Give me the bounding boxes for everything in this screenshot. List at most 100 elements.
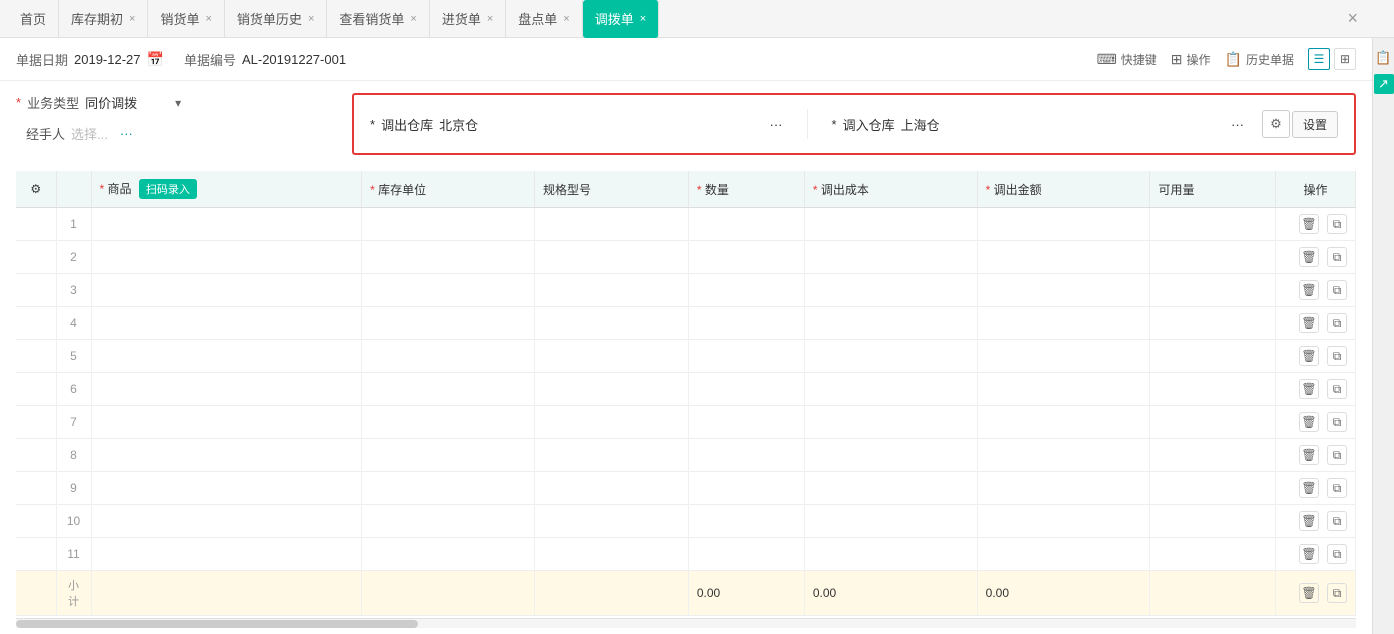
scroll-thumb[interactable]	[16, 620, 418, 628]
row-amount-cell[interactable]	[977, 406, 1150, 439]
close-purchase-order[interactable]: ×	[487, 13, 493, 25]
row-product-cell[interactable]	[91, 373, 362, 406]
delete-row-btn[interactable]: 🗑	[1299, 313, 1319, 333]
subtotal-delete-btn[interactable]: 🗑	[1299, 583, 1319, 603]
row-amount-cell[interactable]	[977, 208, 1150, 241]
copy-row-btn[interactable]: ⧉	[1327, 511, 1347, 531]
warehouse-in-dots[interactable]: ···	[1231, 117, 1244, 132]
row-available-cell[interactable]	[1150, 241, 1276, 274]
scan-button[interactable]: 扫码录入	[139, 179, 197, 199]
business-type-value[interactable]: 同价调拨	[85, 93, 165, 112]
row-cost-cell[interactable]	[804, 439, 977, 472]
row-quantity-cell[interactable]	[688, 439, 804, 472]
sidebar-export-icon[interactable]: ↗	[1374, 74, 1394, 94]
row-cost-cell[interactable]	[804, 472, 977, 505]
delete-row-btn[interactable]: 🗑	[1299, 346, 1319, 366]
history-action[interactable]: 📋 历史单据	[1225, 51, 1294, 68]
row-product-cell[interactable]	[91, 505, 362, 538]
row-amount-cell[interactable]	[977, 307, 1150, 340]
row-amount-cell[interactable]	[977, 373, 1150, 406]
delete-row-btn[interactable]: 🗑	[1299, 379, 1319, 399]
row-available-cell[interactable]	[1150, 307, 1276, 340]
row-unit-cell[interactable]	[362, 538, 535, 571]
copy-row-btn[interactable]: ⧉	[1327, 478, 1347, 498]
tab-view-sales[interactable]: 查看销货单 ×	[327, 0, 429, 38]
row-product-cell[interactable]	[91, 538, 362, 571]
row-spec-cell[interactable]	[534, 472, 688, 505]
row-available-cell[interactable]	[1150, 538, 1276, 571]
row-unit-cell[interactable]	[362, 505, 535, 538]
row-spec-cell[interactable]	[534, 274, 688, 307]
row-quantity-cell[interactable]	[688, 406, 804, 439]
row-cost-cell[interactable]	[804, 307, 977, 340]
copy-row-btn[interactable]: ⧉	[1327, 247, 1347, 267]
row-spec-cell[interactable]	[534, 340, 688, 373]
row-available-cell[interactable]	[1150, 505, 1276, 538]
delete-row-btn[interactable]: 🗑	[1299, 214, 1319, 234]
handler-dots[interactable]: ···	[120, 126, 133, 141]
warehouse-out-value[interactable]: 北京仓	[439, 115, 478, 134]
close-inventory-check[interactable]: ×	[563, 13, 569, 25]
delete-row-btn[interactable]: 🗑	[1299, 445, 1319, 465]
row-available-cell[interactable]	[1150, 472, 1276, 505]
operation-action[interactable]: ⊞ 操作	[1171, 51, 1211, 68]
calendar-icon[interactable]: 📅	[147, 51, 164, 68]
delete-row-btn[interactable]: 🗑	[1299, 544, 1319, 564]
tab-purchase-order[interactable]: 进货单 ×	[430, 0, 506, 38]
handler-value[interactable]: 选择...	[71, 124, 108, 143]
row-unit-cell[interactable]	[362, 307, 535, 340]
row-available-cell[interactable]	[1150, 208, 1276, 241]
row-amount-cell[interactable]	[977, 241, 1150, 274]
row-unit-cell[interactable]	[362, 274, 535, 307]
row-spec-cell[interactable]	[534, 505, 688, 538]
close-sales-order[interactable]: ×	[205, 13, 211, 25]
row-available-cell[interactable]	[1150, 274, 1276, 307]
delete-row-btn[interactable]: 🗑	[1299, 247, 1319, 267]
close-sales-history[interactable]: ×	[308, 13, 314, 25]
row-cost-cell[interactable]	[804, 505, 977, 538]
tab-inventory-init[interactable]: 库存期初 ×	[59, 0, 148, 38]
copy-row-btn[interactable]: ⧉	[1327, 346, 1347, 366]
row-product-cell[interactable]	[91, 406, 362, 439]
copy-row-btn[interactable]: ⧉	[1327, 445, 1347, 465]
horizontal-scrollbar[interactable]	[16, 618, 1356, 628]
row-product-cell[interactable]	[91, 208, 362, 241]
row-spec-cell[interactable]	[534, 208, 688, 241]
row-unit-cell[interactable]	[362, 208, 535, 241]
row-quantity-cell[interactable]	[688, 274, 804, 307]
copy-row-btn[interactable]: ⧉	[1327, 379, 1347, 399]
tab-sales-order[interactable]: 销货单 ×	[148, 0, 224, 38]
row-cost-cell[interactable]	[804, 241, 977, 274]
row-available-cell[interactable]	[1150, 373, 1276, 406]
copy-row-btn[interactable]: ⧉	[1327, 412, 1347, 432]
tab-sales-history[interactable]: 销货单历史 ×	[225, 0, 327, 38]
row-quantity-cell[interactable]	[688, 241, 804, 274]
row-quantity-cell[interactable]	[688, 373, 804, 406]
row-product-cell[interactable]	[91, 307, 362, 340]
business-type-dropdown[interactable]: ▾	[175, 96, 181, 110]
row-product-cell[interactable]	[91, 241, 362, 274]
gear-column-header[interactable]: ⚙	[16, 171, 56, 208]
row-cost-cell[interactable]	[804, 340, 977, 373]
copy-row-btn[interactable]: ⧉	[1327, 280, 1347, 300]
row-spec-cell[interactable]	[534, 406, 688, 439]
layout-list-icon[interactable]: ☰	[1308, 48, 1330, 70]
row-spec-cell[interactable]	[534, 307, 688, 340]
settings-text-btn[interactable]: 设置	[1292, 111, 1338, 138]
close-window-btn[interactable]: ×	[1347, 8, 1358, 29]
row-cost-cell[interactable]	[804, 274, 977, 307]
row-cost-cell[interactable]	[804, 373, 977, 406]
copy-row-btn[interactable]: ⧉	[1327, 313, 1347, 333]
row-quantity-cell[interactable]	[688, 538, 804, 571]
row-amount-cell[interactable]	[977, 472, 1150, 505]
row-spec-cell[interactable]	[534, 373, 688, 406]
row-product-cell[interactable]	[91, 274, 362, 307]
row-available-cell[interactable]	[1150, 439, 1276, 472]
row-amount-cell[interactable]	[977, 505, 1150, 538]
row-unit-cell[interactable]	[362, 472, 535, 505]
row-quantity-cell[interactable]	[688, 307, 804, 340]
row-quantity-cell[interactable]	[688, 340, 804, 373]
row-amount-cell[interactable]	[977, 538, 1150, 571]
gear-settings-btn[interactable]: ⚙	[1262, 110, 1290, 138]
row-cost-cell[interactable]	[804, 208, 977, 241]
